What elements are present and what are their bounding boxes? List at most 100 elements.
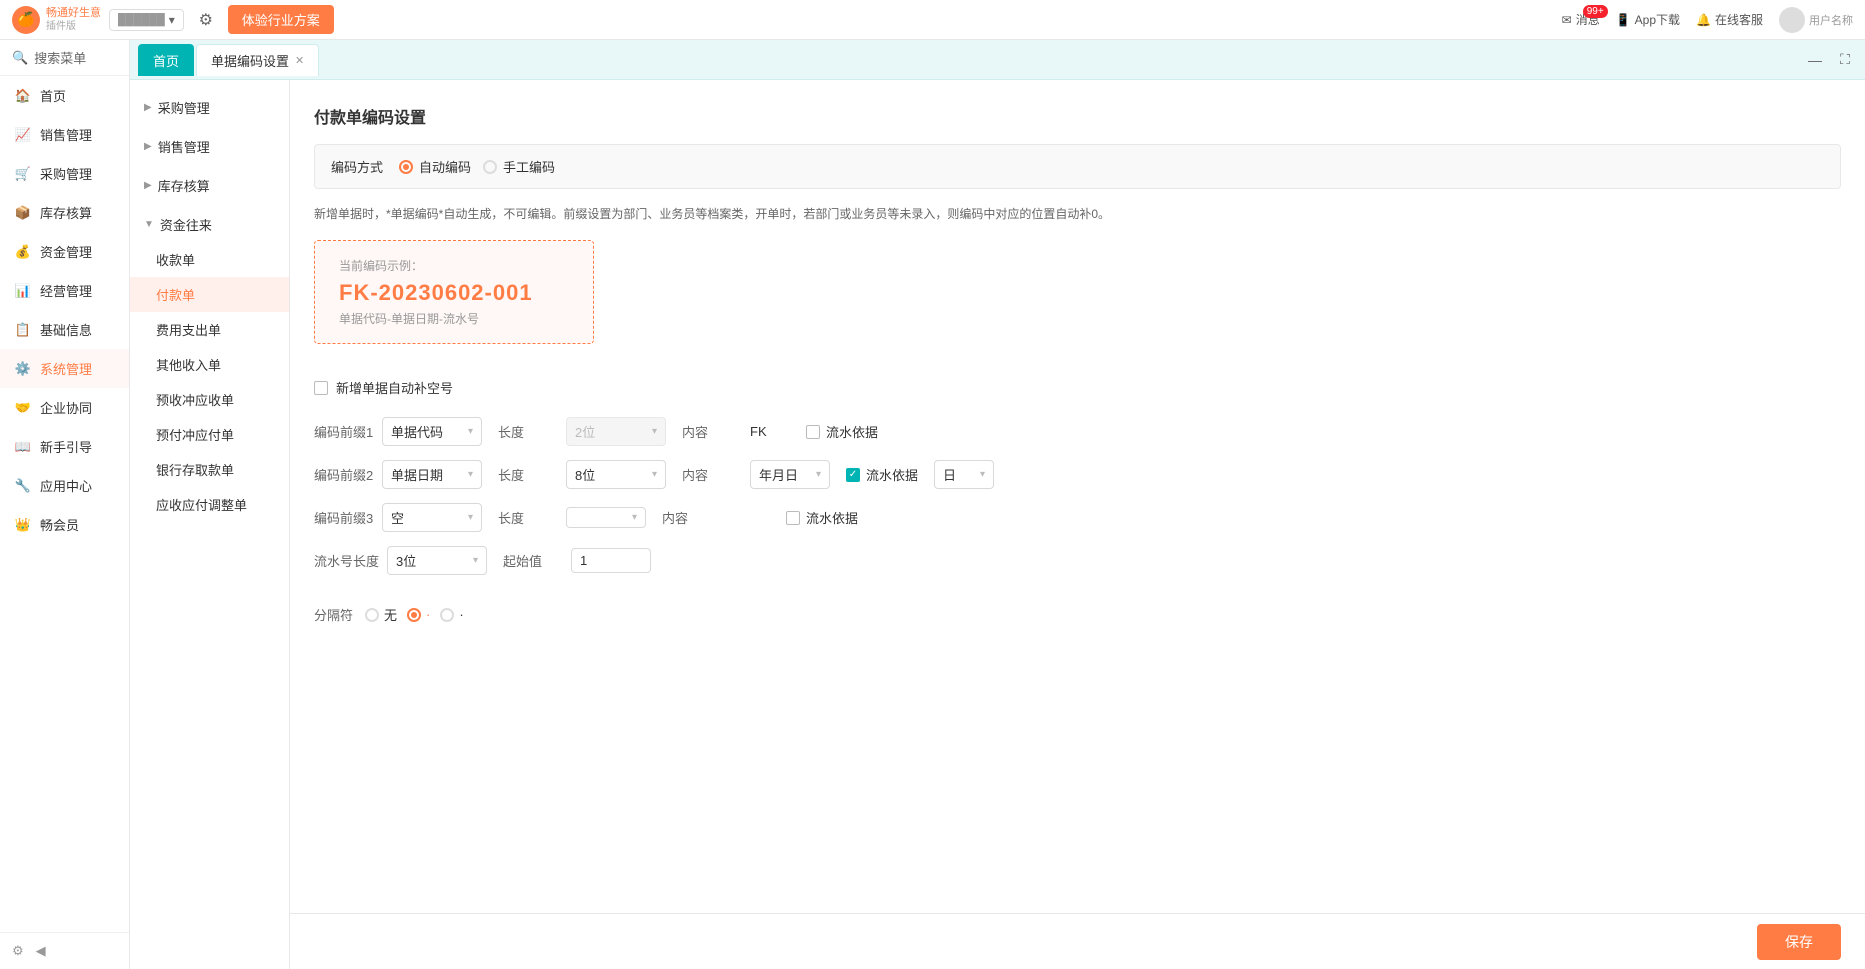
info-text: 新增单据时，*单据编码*自动生成，不可编辑。前缀设置为部门、业务员等档案类，开单… [314,205,1841,224]
sub-nav-sales-title[interactable]: ▶ 销售管理 [130,129,289,164]
sub-nav-item-other-income[interactable]: 其他收入单 [130,347,289,382]
tab-encoding-settings[interactable]: 单据编码设置 ✕ [196,44,319,76]
content3-label: 内容 [662,508,722,527]
arrow-down-icon: ▼ [144,219,154,230]
start-value-label: 起始值 [503,551,563,570]
auto-encoding-label: 自动编码 [419,157,471,176]
sidebar-item-label: 畅会员 [40,515,79,534]
encoding-radio-group: 自动编码 手工编码 [399,157,555,176]
sidebar-item-sales[interactable]: 📈 销售管理 [0,115,129,154]
save-button[interactable]: 保存 [1757,924,1841,960]
content2-arrow-icon: ▾ [816,469,821,480]
sidebar-item-member[interactable]: 👑 畅会员 [0,505,129,544]
tab-close-icon[interactable]: ✕ [295,54,304,67]
guide-icon: 📖 [14,438,32,456]
prefix1-value: 单据代码 [391,422,443,441]
sales-icon: 📈 [14,126,32,144]
service-icon: 🔔 [1696,13,1711,27]
sub-nav-sales-label: 销售管理 [158,137,210,156]
sep-dot-radio[interactable]: · [407,607,430,622]
form-row-1: 编码前缀1 单据代码 ▾ 长度 2位 ▾ [314,417,1841,446]
sidebar-item-label: 资金管理 [40,242,92,261]
serial1-checkbox[interactable] [806,425,820,439]
sep-none-radio[interactable]: 无 [365,605,397,624]
page-title: 付款单编码设置 [314,104,1841,128]
search-menu[interactable]: 🔍 搜索菜单 [0,40,129,76]
sub-nav-capital-title[interactable]: ▼ 资金往来 [130,207,289,242]
sidebar-item-cooperation[interactable]: 🤝 企业协同 [0,388,129,427]
auto-radio-circle [399,160,413,174]
form-row-3: 编码前缀3 空 ▾ 长度 ▾ [314,503,1841,532]
sub-nav-inventory-label: 库存核算 [158,176,210,195]
manual-radio-circle [483,160,497,174]
separator-options: 无 · · [365,605,464,624]
sidebar-item-basic-info[interactable]: 📋 基础信息 [0,310,129,349]
prefix3-select[interactable]: 空 ▾ [382,503,482,532]
app-download-item[interactable]: 📱 App下载 [1616,11,1680,28]
online-service-item[interactable]: 🔔 在线客服 [1696,11,1763,28]
main-container: 🔍 搜索菜单 🏠 首页 📈 销售管理 🛒 采购管理 📦 库存核算 💰 [0,40,1865,969]
footer-settings-icon[interactable]: ⚙ [12,943,24,959]
content-inner: ▶ 采购管理 ▶ 销售管理 ▶ 库存核算 [130,80,1865,969]
brand: 🍊 畅通好生意 插件版 [12,6,101,34]
sep-dot-circle [407,608,421,622]
serial-length-select[interactable]: 3位 ▾ [387,546,487,575]
serial-length-field: 流水号长度 3位 ▾ [314,546,487,575]
sub-nav-item-pre-collect[interactable]: 预收冲应收单 [130,382,289,417]
sidebar-nav: 🏠 首页 📈 销售管理 🛒 采购管理 📦 库存核算 💰 资金管理 📊 经 [0,76,129,932]
sidebar-item-label: 销售管理 [40,125,92,144]
footer-collapse-icon[interactable]: ◀ [36,943,46,959]
sidebar-item-operations[interactable]: 📊 经营管理 [0,271,129,310]
prefix2-select[interactable]: 单据日期 ▾ [382,460,482,489]
user-item[interactable]: 用户名称 [1779,7,1853,33]
sidebar-item-purchase[interactable]: 🛒 采购管理 [0,154,129,193]
sidebar-item-system[interactable]: ⚙️ 系统管理 [0,349,129,388]
sidebar-item-guide[interactable]: 📖 新手引导 [0,427,129,466]
sub-nav-purchase-title[interactable]: ▶ 采购管理 [130,90,289,125]
messages-item[interactable]: ✉ 消息 99+ [1562,11,1600,28]
workspace-dropdown[interactable]: ██████ ▾ [109,9,184,31]
length2-select[interactable]: 8位 ▾ [566,460,666,489]
prefix1-select[interactable]: 单据代码 ▾ [382,417,482,446]
sub-nav-item-receipt[interactable]: 收款单 [130,242,289,277]
sub-nav-item-expense[interactable]: 费用支出单 [130,312,289,347]
sidebar-item-finance[interactable]: 💰 资金管理 [0,232,129,271]
brand-sub: 插件版 [46,20,101,33]
app-download-label: App下载 [1635,11,1680,28]
prefix1-arrow-icon: ▾ [468,426,473,437]
sub-nav-inventory-title[interactable]: ▶ 库存核算 [130,168,289,203]
start-value-input[interactable] [571,548,651,573]
auto-fill-checkbox[interactable] [314,381,328,395]
serial3-checkbox[interactable] [786,511,800,525]
auto-encoding-radio[interactable]: 自动编码 [399,157,471,176]
serial-unit2-select[interactable]: 日 ▾ [934,460,994,489]
sep-dot2-radio[interactable]: · [440,607,463,622]
length3-select[interactable]: ▾ [566,507,646,528]
sub-nav-item-pre-pay[interactable]: 预付冲应付单 [130,417,289,452]
experience-button[interactable]: 体验行业方案 [228,5,334,34]
prefix2-field: 编码前缀2 单据日期 ▾ [314,460,482,489]
manual-encoding-radio[interactable]: 手工编码 [483,157,555,176]
dropdown-arrow-icon: ▾ [169,13,175,27]
tab-encoding-label: 单据编码设置 [211,51,289,70]
serial2-checkbox[interactable]: ✓ [846,468,860,482]
sidebar-item-app-center[interactable]: 🔧 应用中心 [0,466,129,505]
sub-nav-item-ar-ap-adjust[interactable]: 应收应付调整单 [130,487,289,522]
sep-dot2-label: · [459,607,463,622]
message-icon: ✉ [1562,13,1572,27]
sep-dot2-circle [440,608,454,622]
sidebar-footer: ⚙ ◀ [0,932,129,969]
tab-minimize-icon[interactable]: — [1803,48,1827,72]
tab-maximize-icon[interactable]: ⛶ [1833,48,1857,72]
sidebar-item-home[interactable]: 🏠 首页 [0,76,129,115]
content2-select[interactable]: 年月日 ▾ [750,460,830,489]
sub-nav-item-bank-deposit[interactable]: 银行存取款单 [130,452,289,487]
sub-nav-item-payment[interactable]: 付款单 [130,277,289,312]
prefix2-label: 编码前缀2 [314,465,374,484]
operations-icon: 📊 [14,282,32,300]
content1-value: FK [750,424,790,439]
sidebar-item-inventory[interactable]: 📦 库存核算 [0,193,129,232]
preview-sub: 单据代码-单据日期-流水号 [339,310,569,327]
tab-home[interactable]: 首页 [138,44,194,76]
settings-icon[interactable]: ⚙ [192,6,220,34]
